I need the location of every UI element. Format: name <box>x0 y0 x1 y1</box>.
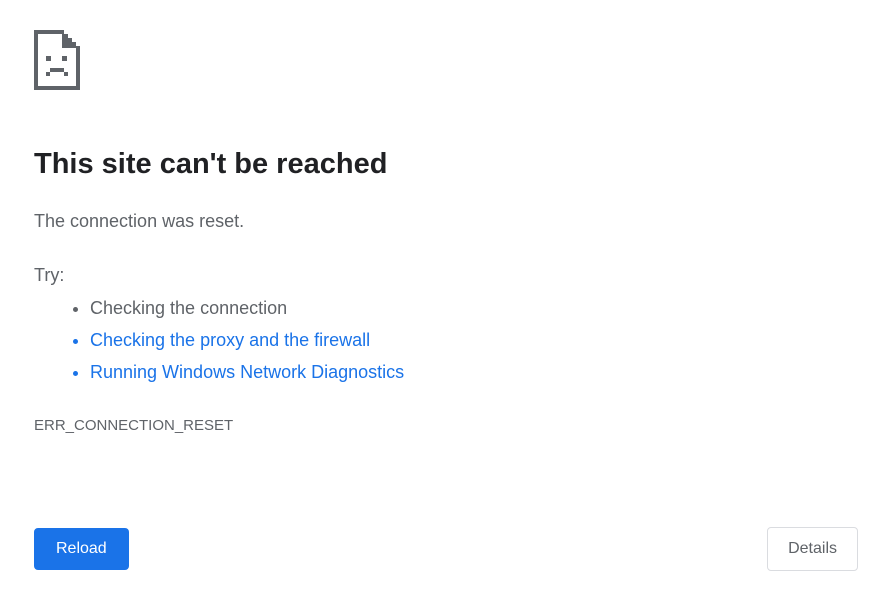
try-label: Try: <box>34 265 858 286</box>
error-page: This site can't be reached The connectio… <box>0 0 892 464</box>
suggestion-run-diagnostics-link[interactable]: Running Windows Network Diagnostics <box>90 356 858 388</box>
details-button[interactable]: Details <box>767 527 858 571</box>
error-code: ERR_CONNECTION_RESET <box>34 417 858 434</box>
suggestion-check-connection: Checking the connection <box>90 292 858 324</box>
reload-button[interactable]: Reload <box>34 528 129 570</box>
error-subtitle: The connection was reset. <box>34 208 858 235</box>
suggestion-check-proxy-link[interactable]: Checking the proxy and the firewall <box>90 324 858 356</box>
sad-page-icon <box>34 30 80 90</box>
button-row: Reload Details <box>34 527 858 571</box>
error-title: This site can't be reached <box>34 146 858 184</box>
suggestions-list: Checking the connection Checking the pro… <box>34 292 858 389</box>
error-icon-container <box>34 30 858 90</box>
